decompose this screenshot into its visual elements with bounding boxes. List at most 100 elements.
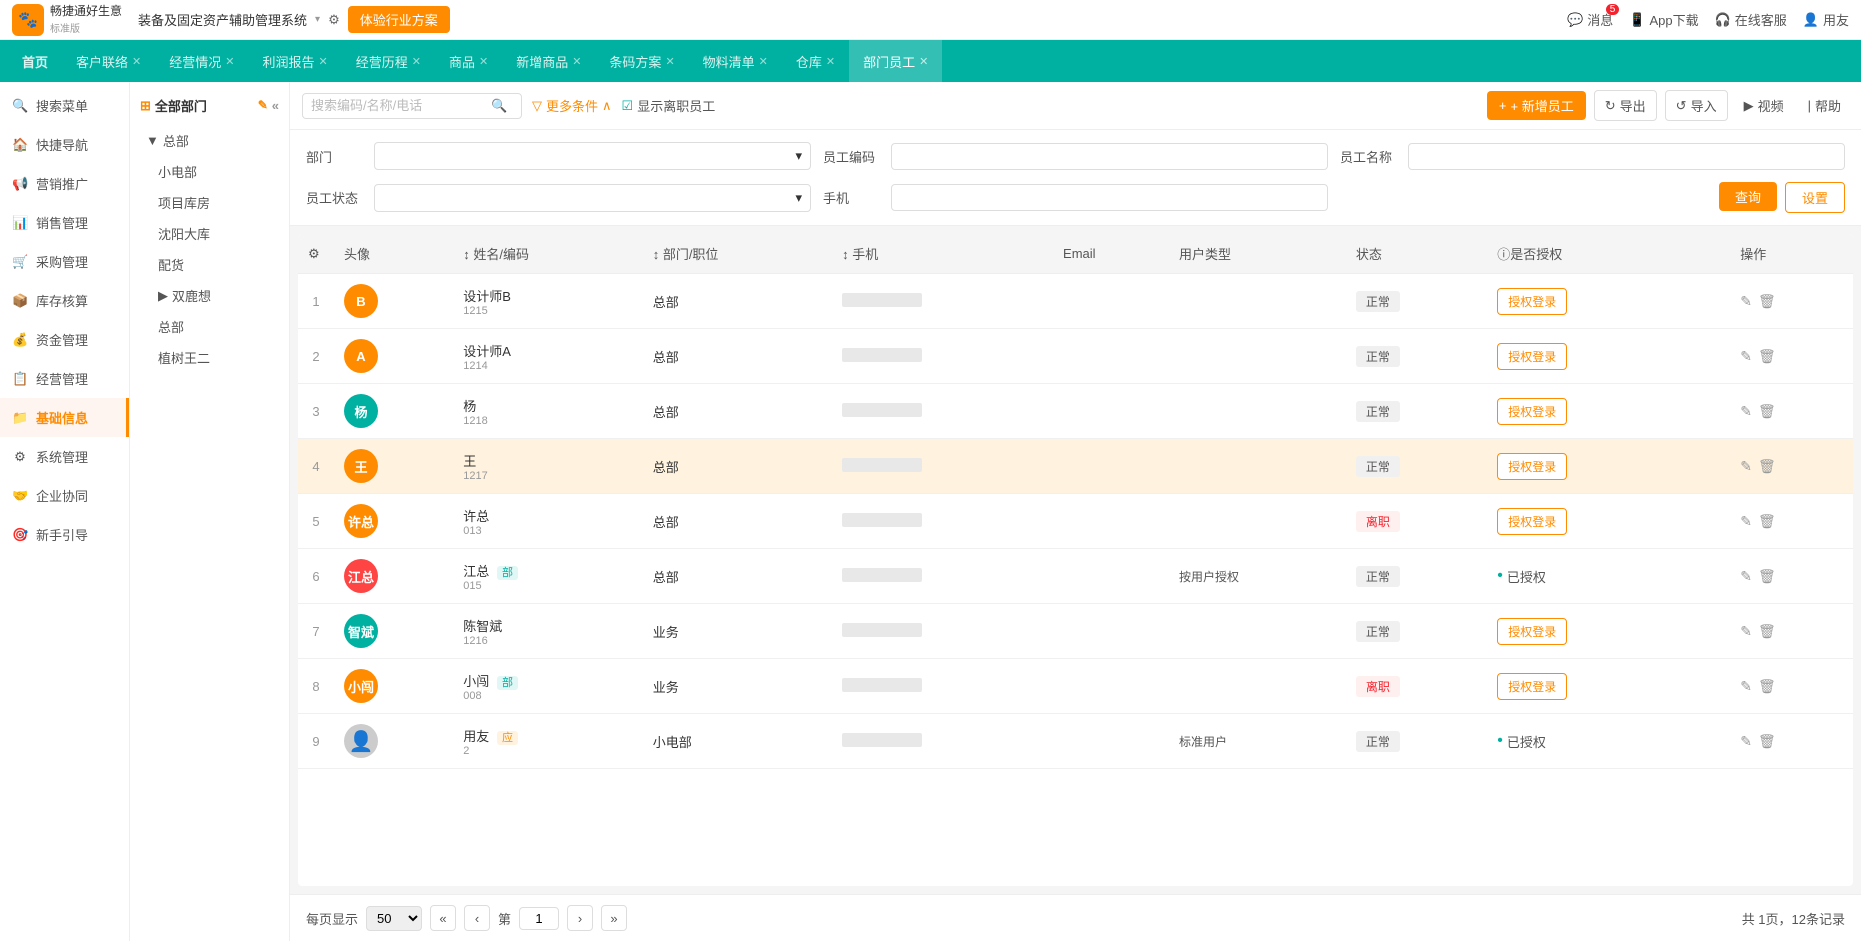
sidebar-item-nav[interactable]: 🏠快捷导航 [0, 125, 129, 164]
auth-button[interactable]: 授权登录 [1497, 398, 1567, 425]
delete-button[interactable]: 🗑 [1758, 513, 1776, 530]
close-newgoods-tab[interactable]: ✕ [572, 55, 581, 68]
prev-page-button[interactable]: ‹ [464, 905, 490, 931]
set-button[interactable]: 设置 [1785, 182, 1845, 213]
page-size-select[interactable]: 50 20 100 [366, 906, 422, 931]
delete-button[interactable]: 🗑 [1758, 458, 1776, 475]
delete-button[interactable]: 🗑 [1758, 733, 1776, 750]
settings-icon[interactable]: ⚙ [328, 12, 340, 28]
col-settings[interactable]: ⚙ [298, 234, 334, 274]
search-input[interactable] [311, 98, 491, 113]
first-page-button[interactable]: « [430, 905, 456, 931]
tab-goods[interactable]: 商品✕ [435, 40, 502, 82]
sidebar-item-collab[interactable]: 🤝企业协同 [0, 476, 129, 515]
more-filter-button[interactable]: ▽ 更多条件 ∧ [532, 96, 612, 115]
delete-button[interactable]: 🗑 [1758, 403, 1776, 420]
query-button[interactable]: 查询 [1719, 182, 1777, 211]
next-page-button[interactable]: › [567, 905, 593, 931]
edit-button[interactable]: ✎ [1740, 733, 1752, 750]
close-barcode-tab[interactable]: ✕ [665, 55, 674, 68]
close-profit-tab[interactable]: ✕ [319, 55, 328, 68]
sidebar-item-purchase[interactable]: 🛒采购管理 [0, 242, 129, 281]
auth-button[interactable]: 授权登录 [1497, 453, 1567, 480]
dept-node-zongbu2[interactable]: 总部 [142, 311, 289, 342]
col-name[interactable]: ↕ 姓名/编码 [453, 234, 642, 274]
sidebar-item-guide[interactable]: 🎯新手引导 [0, 515, 129, 554]
close-warehouse-tab[interactable]: ✕ [826, 55, 835, 68]
auth-button[interactable]: 授权登录 [1497, 343, 1567, 370]
tab-employees[interactable]: 部门员工✕ [849, 40, 942, 82]
sidebar-item-marketing[interactable]: 📢营销推广 [0, 164, 129, 203]
sidebar-item-finance[interactable]: 💰资金管理 [0, 320, 129, 359]
close-employees-tab[interactable]: ✕ [919, 55, 928, 68]
auth-button[interactable]: 授权登录 [1497, 288, 1567, 315]
col-dept[interactable]: ↕ 部门/职位 [643, 234, 832, 274]
edit-button[interactable]: ✎ [1740, 568, 1752, 585]
close-customer-tab[interactable]: ✕ [132, 55, 141, 68]
app-download-button[interactable]: 📱 App下载 [1629, 10, 1698, 29]
edit-button[interactable]: ✎ [1740, 623, 1752, 640]
auth-button[interactable]: 授权登录 [1497, 508, 1567, 535]
delete-button[interactable]: 🗑 [1758, 678, 1776, 695]
dept-node-zhishu[interactable]: 植树王二 [142, 342, 289, 373]
edit-button[interactable]: ✎ [1740, 293, 1752, 310]
system-dropdown-arrow[interactable]: ▾ [315, 14, 320, 25]
tab-barcode[interactable]: 条码方案✕ [595, 40, 688, 82]
tab-warehouse[interactable]: 仓库✕ [782, 40, 849, 82]
sidebar-item-operations[interactable]: 📋经营管理 [0, 359, 129, 398]
dept-node-shuanglu[interactable]: ▶ 双鹿想 [142, 280, 289, 311]
auth-button[interactable]: 授权登录 [1497, 618, 1567, 645]
empcode-input[interactable] [891, 143, 1328, 170]
col-phone[interactable]: ↕ 手机 [832, 234, 1053, 274]
delete-button[interactable]: 🗑 [1758, 348, 1776, 365]
auth-button[interactable]: 授权登录 [1497, 673, 1567, 700]
tab-customer[interactable]: 客户联络✕ [62, 40, 155, 82]
user-button[interactable]: 👤 用友 [1803, 10, 1849, 29]
edit-button[interactable]: ✎ [1740, 678, 1752, 695]
tab-history[interactable]: 经营历程✕ [342, 40, 435, 82]
dept-node-xiaodian[interactable]: 小电部 [142, 156, 289, 187]
help-button[interactable]: | 帮助 [1800, 91, 1849, 120]
edit-button[interactable]: ✎ [1740, 513, 1752, 530]
dept-edit-icon[interactable]: ✎ [258, 98, 268, 113]
trial-button[interactable]: 体验行业方案 [348, 6, 450, 33]
add-employee-button[interactable]: + + 新增员工 [1487, 91, 1586, 120]
show-dimission-toggle[interactable]: ☑ 显示离职员工 [622, 96, 716, 115]
service-button[interactable]: 🎧 在线客服 [1715, 10, 1787, 29]
dept-filter-select[interactable]: ▾ [374, 142, 811, 170]
auth-info-icon[interactable]: ⓘ [1497, 247, 1510, 262]
delete-button[interactable]: 🗑 [1758, 568, 1776, 585]
tab-operation[interactable]: 经营情况✕ [155, 40, 248, 82]
dept-collapse-icon[interactable]: « [272, 98, 279, 113]
page-input[interactable] [519, 907, 559, 930]
close-bom-tab[interactable]: ✕ [759, 55, 768, 68]
import-button[interactable]: ↺ 导入 [1665, 90, 1728, 121]
sidebar-item-inventory[interactable]: 📦库存核算 [0, 281, 129, 320]
close-history-tab[interactable]: ✕ [412, 55, 421, 68]
search-submit-icon[interactable]: 🔍 [491, 98, 507, 114]
close-operation-tab[interactable]: ✕ [225, 55, 234, 68]
export-button[interactable]: ↻ 导出 [1594, 90, 1657, 121]
tab-home[interactable]: 首页 [8, 40, 62, 82]
edit-button[interactable]: ✎ [1740, 458, 1752, 475]
empstatus-select[interactable]: ▾ [374, 184, 811, 212]
phone-input[interactable] [891, 184, 1328, 211]
dept-node-peihuo[interactable]: 配货 [142, 249, 289, 280]
message-button[interactable]: 💬 消息 5 [1567, 10, 1613, 29]
view-button[interactable]: ▶ 视频 [1736, 91, 1792, 120]
dept-node-shenyang[interactable]: 沈阳大库 [142, 218, 289, 249]
last-page-button[interactable]: » [601, 905, 627, 931]
tab-bom[interactable]: 物料清单✕ [689, 40, 782, 82]
delete-button[interactable]: 🗑 [1758, 293, 1776, 310]
edit-button[interactable]: ✎ [1740, 403, 1752, 420]
edit-button[interactable]: ✎ [1740, 348, 1752, 365]
delete-button[interactable]: 🗑 [1758, 623, 1776, 640]
dimission-checkbox[interactable]: ☑ [622, 98, 634, 114]
search-input-wrap[interactable]: 🔍 [302, 93, 522, 119]
sidebar-item-system[interactable]: ⚙系统管理 [0, 437, 129, 476]
empname-input[interactable] [1408, 143, 1845, 170]
tab-profit[interactable]: 利润报告✕ [248, 40, 341, 82]
tab-newgoods[interactable]: 新增商品✕ [502, 40, 595, 82]
dept-node-project[interactable]: 项目库房 [142, 187, 289, 218]
sidebar-item-basic[interactable]: 📁基础信息 [0, 398, 129, 437]
